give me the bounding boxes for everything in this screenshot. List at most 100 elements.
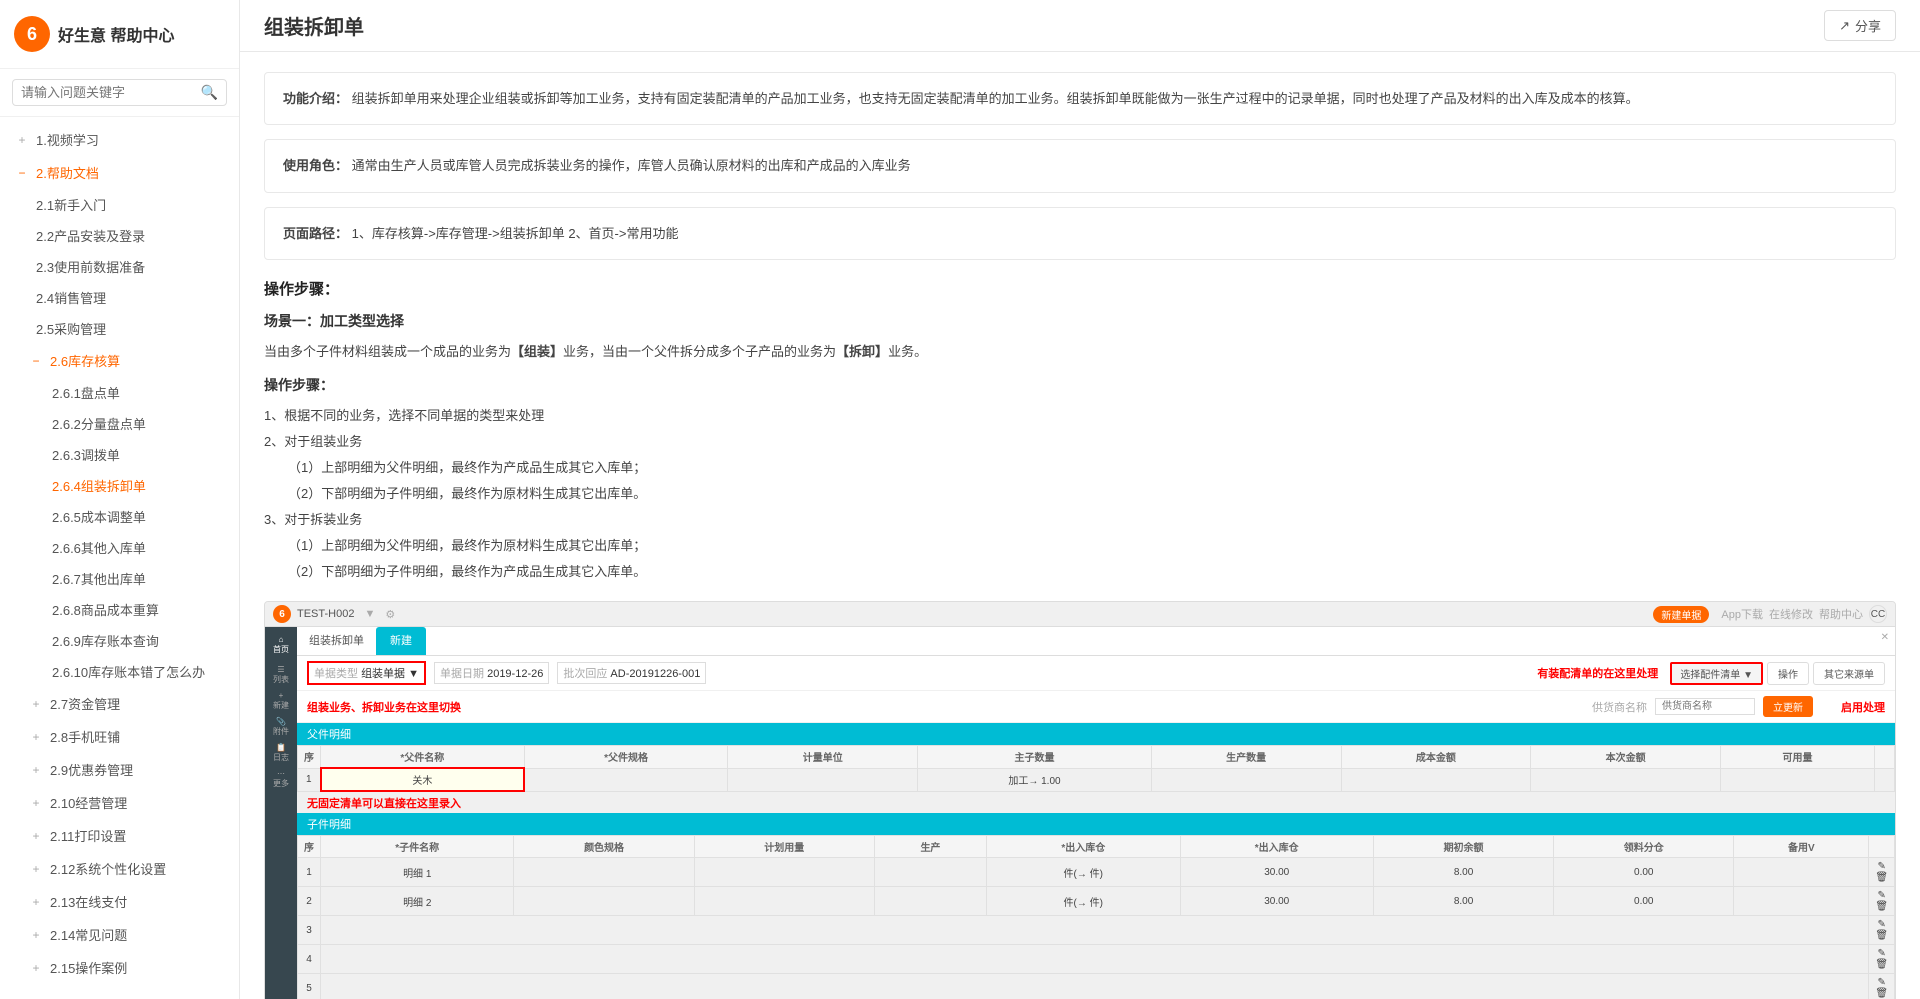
sidebar-item-2-4[interactable]: 2.4销售管理 [0,282,239,313]
sidebar-item-2-6-8[interactable]: 2.6.8商品成本重算 [0,594,239,625]
table-row: 3 ✎ 🗑 [298,916,1895,945]
app-nav-new[interactable]: +新建 [273,691,289,711]
child-col-4: 生产 [874,836,986,858]
sidebar-item-2-6-2[interactable]: 2.6.2分量盘点单 [0,408,239,439]
sidebar-item-2-6-6[interactable]: 2.6.6其他入库单 [0,532,239,563]
supplier-input[interactable] [1655,698,1755,715]
main-content: 组装拆卸单 ↗ 分享 功能介绍： 组装拆卸单用来处理企业组装或拆卸等加工业务，支… [240,0,1920,999]
sidebar-item-2-12[interactable]: + 2.12系统个性化设置 [0,852,239,885]
child-plan-2 [694,887,874,916]
sidebar-item-2-6[interactable]: − 2.6库存核算 [0,344,239,377]
step-3-1: （1）上部明细为父件明细，最终作为原材料生成其它出库单； [264,533,1896,559]
sidebar-item-2-6-4[interactable]: 2.6.4组装拆卸单 [0,470,239,501]
step-1: 1、根据不同的业务，选择不同单据的类型来处理 [264,403,1896,429]
search-wrap[interactable]: 🔍 [12,79,227,106]
field-date[interactable]: 单据日期 2019-12-26 [434,662,549,684]
app-nav-attach[interactable]: 📎附件 [273,717,289,737]
sidebar-item-1[interactable]: + 1.视频学习 [0,123,239,156]
sidebar-item-2-6-1[interactable]: 2.6.1盘点单 [0,377,239,408]
nav-label-2-8: 2.8手机旺铺 [50,727,225,746]
sidebar-item-2-1[interactable]: 2.1新手入门 [0,189,239,220]
confirm-btn[interactable]: 立更新 [1763,696,1813,717]
child-col-6: *出入库仓 [1180,836,1373,858]
nav-sub-label-2-6-2: 2.6.2分量盘点单 [52,414,146,433]
step-2-2: （2）下部明细为子件明细，最终作为原材料生成其它出库单。 [264,481,1896,507]
sidebar-item-2-6-7[interactable]: 2.6.7其他出库单 [0,563,239,594]
child-init-2: 8.00 [1373,887,1553,916]
nav-label-2-12: 2.12系统个性化设置 [50,859,225,878]
expand-icon-2-12: + [28,861,44,877]
child-op-4: ✎ 🗑 [1869,945,1895,974]
expand-icon-1: + [14,132,30,148]
share-button[interactable]: ↗ 分享 [1824,10,1896,41]
annotation2: 启用处理 [1841,699,1885,715]
app-nav-log[interactable]: 📋日志 [273,743,289,763]
section-toggle: 组装业务、拆卸业务在这里切换 供货商名称 立更新 启用处理 [297,691,1895,723]
nav-sub-label-2-5: 2.5采购管理 [36,319,106,338]
sidebar-item-2-13[interactable]: + 2.13在线支付 [0,885,239,918]
sidebar-item-2-2[interactable]: 2.2产品安装及登录 [0,220,239,251]
sidebar-item-2-9[interactable]: + 2.9优惠券管理 [0,753,239,786]
nav-label-2-6: 2.6库存核算 [50,351,225,370]
ops-btn1[interactable]: 操作 [1767,662,1809,685]
sidebar-item-2-6-9[interactable]: 2.6.9库存账本查询 [0,625,239,656]
child-seq-4: 4 [298,945,321,974]
sidebar-item-2-6-10[interactable]: 2.6.10库存账本错了怎么办 [0,656,239,687]
child-op-5: ✎ 🗑 [1869,974,1895,999]
cell-cost [1341,768,1531,791]
search-icon: 🔍 [201,84,218,101]
app-nav-home[interactable]: ⌂首页 [273,635,289,655]
search-input[interactable] [21,85,201,100]
field-type[interactable]: 单据类型 组装单据 ▼ [307,661,426,685]
ops-btn2[interactable]: 其它来源单 [1813,662,1885,685]
nav-label-2-7: 2.7资金管理 [50,694,225,713]
path-block: 页面路径： 1、库存核算->库存管理->组装拆卸单 2、首页->常用功能 [264,207,1896,260]
sidebar-item-2-14[interactable]: + 2.14常见问题 [0,918,239,951]
share-icon: ↗ [1839,18,1850,34]
child-col-0: 序 [298,836,321,858]
nav-sub-label-2-1: 2.1新手入门 [36,195,106,214]
app-title-text: TEST-H002 [297,608,354,620]
nav-sub-label-2-6-5: 2.6.5成本调整单 [52,507,146,526]
expand-icon-2-15: + [28,960,44,976]
cell-amount [1531,768,1721,791]
role-label: 使用角色： [283,158,348,173]
expand-icon-2-6: − [28,353,44,369]
sidebar-item-2[interactable]: − 2.帮助文档 [0,156,239,189]
steps-list: 1、根据不同的业务，选择不同单据的类型来处理 2、对于组装业务 （1）上部明细为… [264,403,1896,585]
sidebar-item-2-8[interactable]: + 2.8手机旺铺 [0,720,239,753]
cell-unit [728,768,918,791]
child-wh1-1: 件(→ 件) [987,858,1180,887]
app-nav-list[interactable]: ☰列表 [273,665,289,685]
sidebar-item-2-5[interactable]: 2.5采购管理 [0,313,239,344]
cell-prod [1151,768,1341,791]
expand-icon-2-11: + [28,828,44,844]
col-header-9 [1875,746,1895,769]
sidebar-item-2-6-3[interactable]: 2.6.3调拨单 [0,439,239,470]
content-body: 功能介绍： 组装拆卸单用来处理企业组装或拆卸等加工业务，支持有固定装配清单的产品… [240,52,1920,999]
nav-label-2-10: 2.10经营管理 [50,793,225,812]
sidebar-item-2-7[interactable]: + 2.7资金管理 [0,687,239,720]
col-header-0: 序 [298,746,321,769]
sidebar-item-2-6-5[interactable]: 2.6.5成本调整单 [0,501,239,532]
app-nav-more[interactable]: ⋯更多 [273,769,289,789]
field-date-label: 单据日期 [440,668,484,680]
new-doc-btn[interactable]: 新建单据 [1653,606,1709,623]
cell-name[interactable]: 关木 [321,768,525,791]
table-row: 5 ✎ 🗑 [298,974,1895,999]
col-header-3: 计量单位 [728,746,918,769]
sidebar-item-2-10[interactable]: + 2.10经营管理 [0,786,239,819]
nav-sub-label-2-3: 2.3使用前数据准备 [36,257,145,276]
select-bom-btn[interactable]: 选择配件清单 ▼ [1670,662,1763,685]
nav-label-2: 2.帮助文档 [36,163,225,182]
tab-list[interactable]: 组装拆卸单 [297,627,376,655]
expand-icon-2-13: + [28,894,44,910]
field-batch: 批次回应 AD-20191226-001 [557,662,706,684]
app-logo-icon: 6 [273,605,291,623]
sidebar-item-2-11[interactable]: + 2.11打印设置 [0,819,239,852]
close-tab-icon[interactable]: ✕ [1875,627,1895,655]
sidebar-item-2-3[interactable]: 2.3使用前数据准备 [0,251,239,282]
tab-new[interactable]: 新建 [376,627,426,655]
expand-icon-2-8: + [28,729,44,745]
sidebar-item-2-15[interactable]: + 2.15操作案例 [0,951,239,984]
